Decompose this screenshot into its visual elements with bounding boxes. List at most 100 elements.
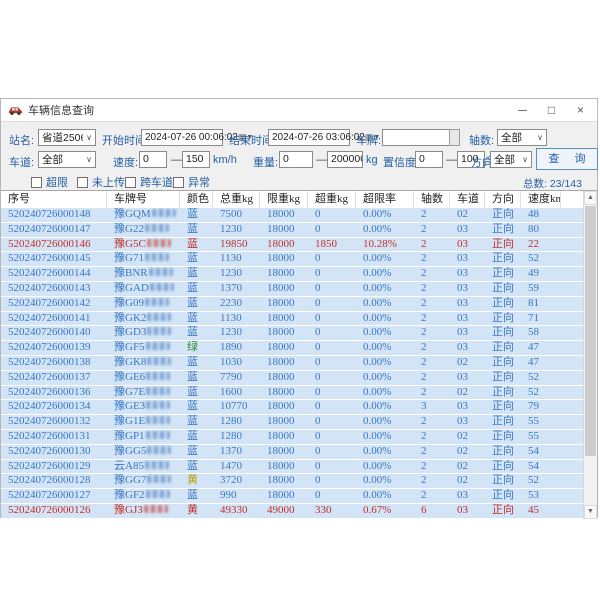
lane-select[interactable]: 全部 (38, 151, 96, 168)
cell-lane: 03 (450, 252, 485, 266)
cell-limit-weight: 18000 (260, 489, 308, 503)
query-button[interactable]: 查 询 (536, 148, 598, 170)
cell-axles: 2 (414, 326, 450, 340)
cell-plate: 豫GP1 (107, 430, 180, 444)
cell-limit-weight: 18000 (260, 223, 308, 237)
table-row[interactable]: 520240726000128 豫GG7 黄 3720 18000 0 0.00… (1, 474, 583, 489)
table-row[interactable]: 520240726000146 豫G5C 蓝 19850 18000 1850 … (1, 238, 583, 253)
table-row[interactable]: 520240726000126 豫GJ3 黄 49330 49000 330 0… (1, 504, 583, 519)
filter-panel: 站名: 省道2506f 开始时间: 2024-07-26 00:06:02 结束… (1, 122, 597, 190)
table-row[interactable]: 520240726000143 豫GAD 蓝 1370 18000 0 0.00… (1, 282, 583, 297)
total-count: 总数: 23/143 (523, 176, 582, 191)
speed-max-input[interactable]: 150 (182, 151, 210, 168)
cell-serial: 520240726000128 (1, 474, 107, 488)
cell-direction: 正向 (485, 297, 521, 311)
cell-speed: 59 (521, 282, 583, 296)
speed-min-input[interactable]: 0 (139, 151, 167, 168)
table-row[interactable]: 520240726000131 豫GP1 蓝 1280 18000 0 0.00… (1, 430, 583, 445)
cell-over-weight: 0 (308, 297, 356, 311)
cell-total-weight: 7790 (213, 371, 260, 385)
cell-over-weight: 0 (308, 489, 356, 503)
start-time-input[interactable]: 2024-07-26 00:06:02 (141, 129, 223, 146)
cell-color: 蓝 (180, 386, 213, 400)
cell-color: 蓝 (180, 312, 213, 326)
cell-speed: 80 (521, 223, 583, 237)
table-row[interactable]: 520240726000147 豫G22 蓝 1230 18000 0 0.00… (1, 223, 583, 238)
table-row[interactable]: 520240726000145 豫G71 蓝 1130 18000 0 0.00… (1, 252, 583, 267)
plate-lookup-button[interactable] (449, 129, 460, 146)
cell-color: 蓝 (180, 252, 213, 266)
blurred-plate-region (146, 387, 170, 395)
axles-select[interactable]: 全部 (497, 129, 547, 146)
cell-axles: 2 (414, 297, 450, 311)
header-color[interactable]: 颜色 (180, 191, 213, 208)
cell-serial: 520240726000139 (1, 341, 107, 355)
table-body: 520240726000148 豫GQM 蓝 7500 18000 0 0.00… (1, 208, 583, 519)
header-plate[interactable]: 车牌号 (107, 191, 180, 208)
weight-max-input[interactable]: 200000 (327, 151, 363, 168)
cell-limit-weight: 18000 (260, 371, 308, 385)
cell-direction: 正向 (485, 267, 521, 281)
blurred-plate-region (152, 209, 176, 217)
header-axles[interactable]: 轴数 (414, 191, 450, 208)
table-row[interactable]: 520240726000136 豫G7E 蓝 1600 18000 0 0.00… (1, 386, 583, 401)
plate-input[interactable] (382, 129, 450, 146)
close-button[interactable]: × (566, 99, 595, 121)
table-row[interactable]: 520240726000144 豫BNR 蓝 1230 18000 0 0.00… (1, 267, 583, 282)
header-lane[interactable]: 车道 (450, 191, 485, 208)
cell-over-weight: 0 (308, 341, 356, 355)
cell-lane: 03 (450, 504, 485, 518)
checkbox-overlimit[interactable]: 超限 (31, 174, 68, 190)
table-row[interactable]: 520240726000137 豫GE6 蓝 7790 18000 0 0.00… (1, 371, 583, 386)
table-row[interactable]: 520240726000129 云A85 蓝 1470 18000 0 0.00… (1, 460, 583, 475)
scroll-down-icon[interactable] (584, 505, 597, 519)
end-time-input[interactable]: 2024-07-26 03:06:02 (268, 129, 350, 146)
header-speed[interactable]: 速度km/h (521, 191, 561, 208)
cell-axles: 3 (414, 400, 450, 414)
blurred-plate-region (147, 239, 171, 247)
cell-total-weight: 990 (213, 489, 260, 503)
cell-axles: 2 (414, 415, 450, 429)
header-total-weight[interactable]: 总重kg (213, 191, 260, 208)
cell-over-weight: 330 (308, 504, 356, 518)
cell-over-rate: 0.00% (356, 371, 414, 385)
maximize-button[interactable]: □ (537, 99, 566, 121)
confidence-min-input[interactable]: 0 (415, 151, 443, 168)
weight-min-input[interactable]: 0 (279, 151, 313, 168)
scroll-up-icon[interactable] (584, 191, 597, 205)
cell-limit-weight: 18000 (260, 356, 308, 370)
header-over-weight[interactable]: 超重kg (308, 191, 356, 208)
table-row[interactable]: 520240726000141 豫GK2 蓝 1130 18000 0 0.00… (1, 312, 583, 327)
scrollbar-thumb[interactable] (585, 206, 596, 456)
table-row[interactable]: 520240726000139 豫GF5 绿 1890 18000 0 0.00… (1, 341, 583, 356)
vertical-scrollbar[interactable] (583, 191, 597, 519)
cell-over-weight: 1850 (308, 238, 356, 252)
table-row[interactable]: 520240726000140 豫GD3 蓝 1230 18000 0 0.00… (1, 326, 583, 341)
header-direction[interactable]: 方向 (485, 191, 521, 208)
cell-speed: 52 (521, 252, 583, 266)
cell-plate: 豫GE3 (107, 400, 180, 414)
checkbox-abnormal[interactable]: 异常 (173, 174, 210, 190)
table-row[interactable]: 520240726000148 豫GQM 蓝 7500 18000 0 0.00… (1, 208, 583, 223)
cell-limit-weight: 18000 (260, 386, 308, 400)
table-row[interactable]: 520240726000142 豫G09 蓝 2230 18000 0 0.00… (1, 297, 583, 312)
table-row[interactable]: 520240726000132 豫G1E 蓝 1280 18000 0 0.00… (1, 415, 583, 430)
checkbox-cross-lane[interactable]: 跨车道 (125, 174, 173, 190)
direction-select[interactable]: 全部 (490, 151, 532, 168)
cell-serial: 520240726000132 (1, 415, 107, 429)
chevron-down-icon (83, 133, 95, 142)
table-row[interactable]: 520240726000138 豫GK8 蓝 1030 18000 0 0.00… (1, 356, 583, 371)
table-row[interactable]: 520240726000127 豫GF2 蓝 990 18000 0 0.00%… (1, 489, 583, 504)
cell-direction: 正向 (485, 460, 521, 474)
table-row[interactable]: 520240726000130 豫GG5 蓝 1370 18000 0 0.00… (1, 445, 583, 460)
minimize-button[interactable]: ─ (508, 99, 537, 121)
speed-unit: km/h (213, 154, 237, 166)
header-serial[interactable]: 序号 (1, 191, 107, 208)
header-limit-weight[interactable]: 限重kg (260, 191, 308, 208)
header-over-rate[interactable]: 超限率 (356, 191, 414, 208)
station-select[interactable]: 省道2506f (38, 129, 96, 146)
table-row[interactable]: 520240726000134 豫GE3 蓝 10770 18000 0 0.0… (1, 400, 583, 415)
weight-label: 重量: (253, 154, 278, 170)
checkbox-not-uploaded[interactable]: 未上传 (77, 174, 125, 190)
cell-speed: 58 (521, 326, 583, 340)
